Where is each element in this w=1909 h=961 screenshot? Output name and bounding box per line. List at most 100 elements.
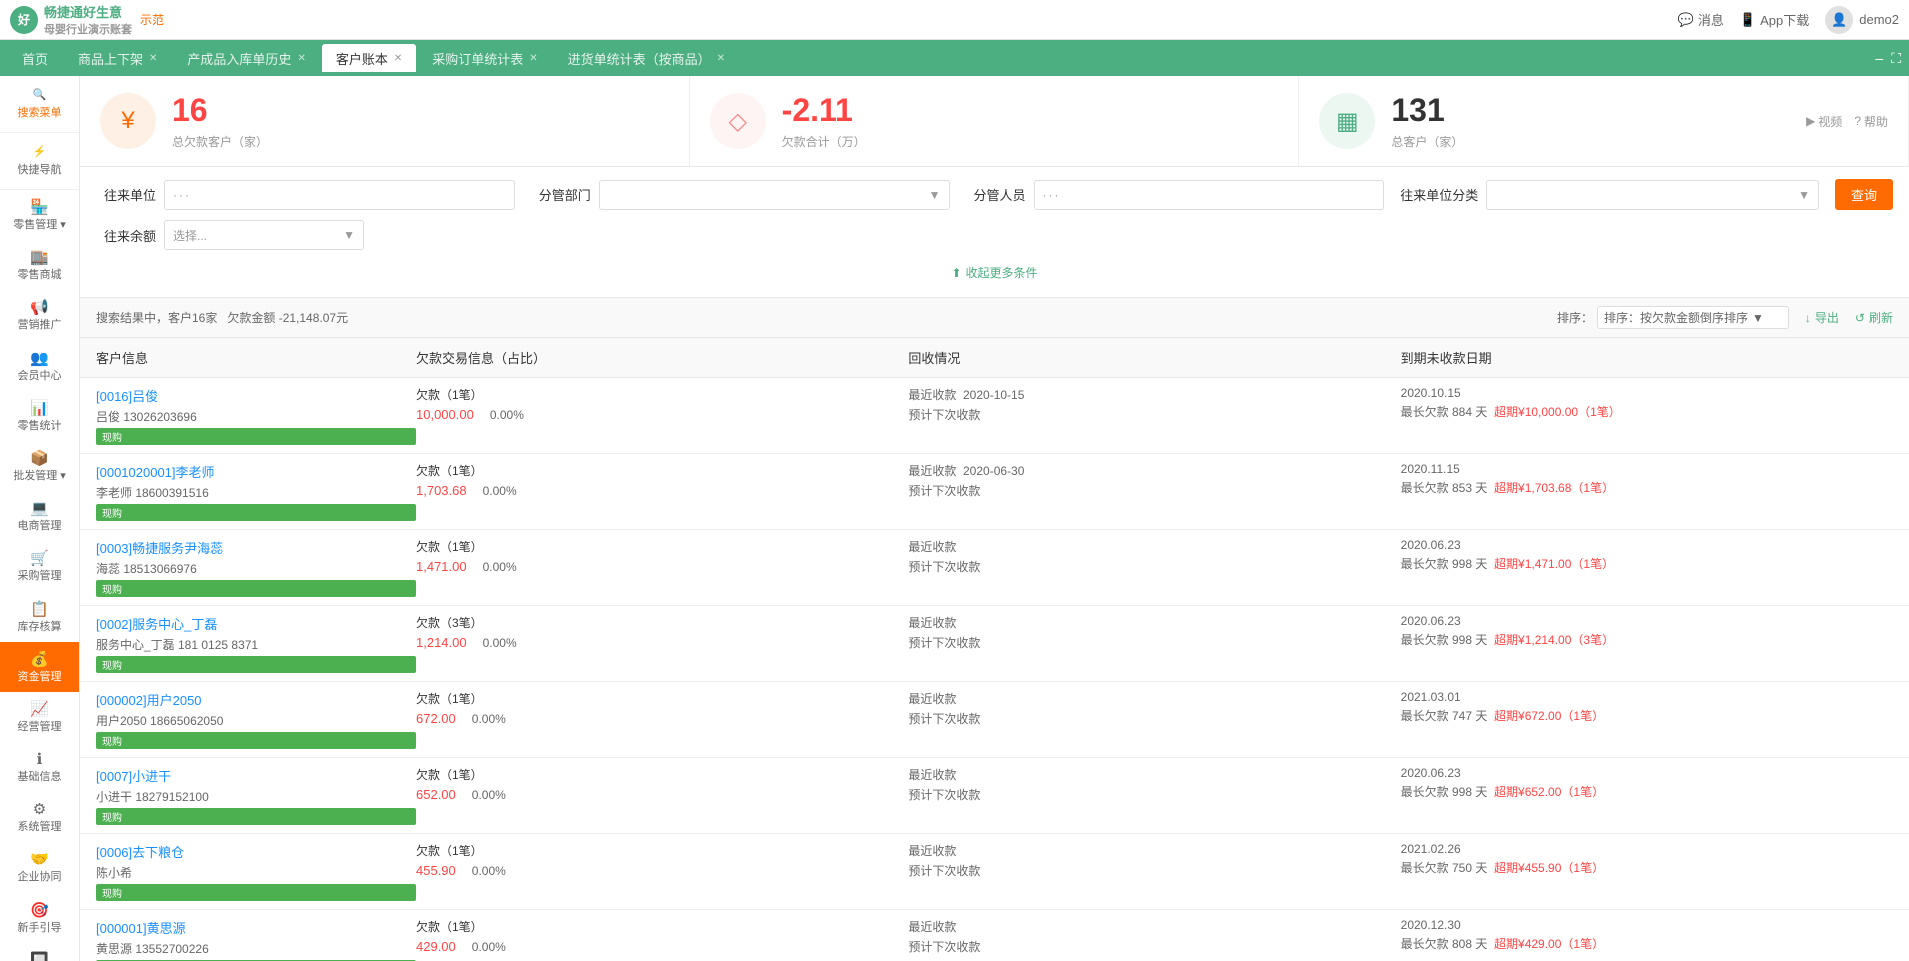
tab-close-purchase[interactable]: ✕ [529,53,537,64]
tab-close-product[interactable]: ✕ [297,53,305,64]
next-label-5: 预计下次收款 [908,786,1400,803]
unit-category-select[interactable]: ▼ [1486,180,1819,210]
sort-area: 排序： 排序：按欠款金额倒序排序 ▼ [1557,306,1789,329]
expand-btn[interactable]: 示范 [140,11,164,28]
top-bar-left: 好 畅捷通好生意 母婴行业演示账套 示范 [10,2,164,37]
sidebar-icon-1: 🏬 [30,248,49,266]
export-btn[interactable]: ↓ 导出 [1805,309,1839,326]
collapse-btn[interactable]: ⬆ 收起更多条件 [96,260,1893,285]
sidebar-item-0[interactable]: 🏪 零售管理 ▾ [0,190,79,240]
tab-customer-account[interactable]: 客户账本 ✕ [322,44,416,72]
sidebar-item-10[interactable]: 📈 经营管理 [0,692,79,742]
debt-info-2: 欠款（1笔） 1,471.00 0.00% [416,538,908,574]
debt-count-0: 欠款（1笔） [416,386,908,403]
tab-close-goods-stats[interactable]: ✕ [717,53,725,64]
customer-name-0[interactable]: [0016]吕俊 [96,386,416,405]
balance-select[interactable]: 选择... ▼ [164,220,364,250]
overdue-link-0[interactable]: 超期¥10,000.00（1笔） [1494,405,1621,419]
app-download-btn[interactable]: 📱 App下载 [1740,10,1809,29]
tab-product-history[interactable]: 产成品入库单历史 ✕ [173,44,319,72]
video-btn[interactable]: ▶ 视频 [1806,113,1842,130]
overdue-link-7[interactable]: 超期¥429.00（1笔） [1494,937,1604,951]
stat-card-total: ▦ 131 总客户（家） ▶ 视频 ? 帮助 [1299,76,1909,166]
customer-name-4[interactable]: [000002]用户2050 [96,690,416,709]
customer-name-5[interactable]: [0007]小进干 [96,766,416,785]
dept-select[interactable]: ▼ [599,180,950,210]
table-row-inner-7: [000001]黄思源 黄思源 13552700226 现购 欠款（1笔） 42… [80,910,1909,961]
stat-number-amount: -2.11 [782,92,866,129]
refresh-btn[interactable]: ↺ 刷新 [1855,309,1893,326]
stat-number-customers: 16 [172,92,268,129]
tab-home[interactable]: 首页 [8,44,62,72]
overdue-link-6[interactable]: 超期¥455.90（1笔） [1494,861,1604,875]
debt-ratio-2: 0.00% [483,560,517,574]
sidebar-item-3[interactable]: 👥 会员中心 [0,341,79,391]
filter-row-2: 往来余额 选择... ▼ [96,220,1893,250]
tab-purchase-stats[interactable]: 采购订单统计表 ✕ [418,44,551,72]
sidebar-item-15[interactable]: 🔲 应用中心 [0,943,79,961]
sidebar-item-13[interactable]: 🤝 企业协同 [0,842,79,892]
max-overdue-2: 最长欠款 998 天 超期¥1,471.00（1笔） [1401,555,1893,572]
balance-label: 往来余额 [96,226,156,245]
table-row: [0002]服务中心_丁磊 服务中心_丁磊 181 0125 8371 现购 欠… [80,606,1909,682]
sidebar-item-11[interactable]: ℹ 基础信息 [0,742,79,792]
sidebar-icon-11: ℹ [37,750,43,768]
stat-card-right: ▶ 视频 ? 帮助 [1806,113,1888,130]
sort-select[interactable]: 排序：按欠款金额倒序排序 ▼ [1597,306,1789,329]
table-area: 客户信息 欠款交易信息（占比） 回收情况 到期未收款日期 [0016]吕俊 吕俊… [80,338,1909,961]
tab-close-goods[interactable]: ✕ [149,53,157,64]
debt-amount-6: 455.90 [416,863,456,878]
tab-minimize-btn[interactable]: – [1875,50,1883,66]
customer-name-7[interactable]: [000001]黄思源 [96,918,416,937]
tab-goods-stats[interactable]: 进货单统计表（按商品） ✕ [554,44,739,72]
sidebar-quick-nav-btn[interactable]: ⚡ 快捷导航 [0,137,79,185]
sidebar-item-2[interactable]: 📢 营销推广 [0,290,79,340]
max-overdue-4: 最长欠款 747 天 超期¥672.00（1笔） [1401,707,1893,724]
sidebar-item-8[interactable]: 📋 库存核算 [0,592,79,642]
sidebar-item-14[interactable]: 🎯 新手引导 [0,893,79,943]
customer-name-6[interactable]: [0006]去下粮仓 [96,842,416,861]
table-row-inner-5: [0007]小进干 小进干 18279152100 现购 欠款（1笔） 652.… [80,758,1909,833]
customer-name-2[interactable]: [0003]畅捷服务尹海蕊 [96,538,416,557]
tab-maximize-btn[interactable]: ⛶ [1891,50,1901,67]
user-area[interactable]: 👤 demo2 [1825,6,1899,34]
sidebar-item-12[interactable]: ⚙ 系统管理 [0,792,79,842]
customer-name-1[interactable]: [0001020001]李老师 [96,462,416,481]
sidebar-item-6[interactable]: 💻 电商管理 [0,491,79,541]
sidebar-item-5[interactable]: 📦 批发管理 ▾ [0,441,79,491]
sidebar-item-1[interactable]: 🏬 零售商城 [0,240,79,290]
tab-close-customer[interactable]: ✕ [394,53,402,64]
app-name: 畅捷通好生意 母婴行业演示账套 [44,2,132,37]
customer-name-3[interactable]: [0002]服务中心_丁磊 [96,614,416,633]
help-btn[interactable]: ? 帮助 [1854,113,1888,130]
table-row: [0006]去下粮仓 陈小希 现购 欠款（1笔） 455.90 0.00% 最近… [80,834,1909,910]
overdue-link-3[interactable]: 超期¥1,214.00（3笔） [1494,633,1614,647]
stats-header: ¥ 16 总欠款客户（家） ◇ -2.11 欠款合计（万） ▦ [80,76,1909,167]
logo-area: 好 畅捷通好生意 母婴行业演示账套 [10,2,132,37]
table-row: [000001]黄思源 黄思源 13552700226 现购 欠款（1笔） 42… [80,910,1909,961]
sidebar-label-0: 零售管理 ▾ [13,219,66,232]
due-info-4: 2021.03.01 最长欠款 747 天 超期¥672.00（1笔） [1401,690,1893,724]
overdue-link-1[interactable]: 超期¥1,703.68（1笔） [1494,481,1614,495]
debt-ratio-7: 0.00% [472,940,506,954]
debt-amount-row-5: 652.00 0.00% [416,787,908,802]
overdue-link-4[interactable]: 超期¥672.00（1笔） [1494,709,1604,723]
collapse-icon: ⬆ [951,266,961,280]
person-input[interactable]: ··· [1034,180,1385,210]
overdue-link-2[interactable]: 超期¥1,471.00（1笔） [1494,557,1614,571]
table-header: 客户信息 欠款交易信息（占比） 回收情况 到期未收款日期 [80,338,1909,378]
source-unit-input[interactable]: ··· [164,180,515,210]
tab-goods[interactable]: 商品上下架 ✕ [64,44,171,72]
sidebar-search[interactable]: 🔍 搜索菜单 [0,80,79,128]
sidebar-item-4[interactable]: 📊 零售统计 [0,391,79,441]
sidebar-item-9[interactable]: 💰 资金管理 [0,642,79,692]
message-btn[interactable]: 💬 消息 [1678,10,1724,29]
sidebar-label-5: 批发管理 ▾ [13,470,66,483]
recovery-info-5: 最近收款 预计下次收款 [908,766,1400,803]
sidebar-item-7[interactable]: 🛒 采购管理 [0,541,79,591]
sidebar: 🔍 搜索菜单 ⚡ 快捷导航 🏪 零售管理 ▾ 🏬 零售商城 📢 营销推广 👥 会… [0,76,80,961]
search-button[interactable]: 查询 [1835,179,1893,210]
overdue-link-5[interactable]: 超期¥652.00（1笔） [1494,785,1604,799]
due-date-3: 2020.06.23 [1401,614,1893,628]
customer-info-4: [000002]用户2050 用户2050 18665062050 现购 [96,690,416,749]
